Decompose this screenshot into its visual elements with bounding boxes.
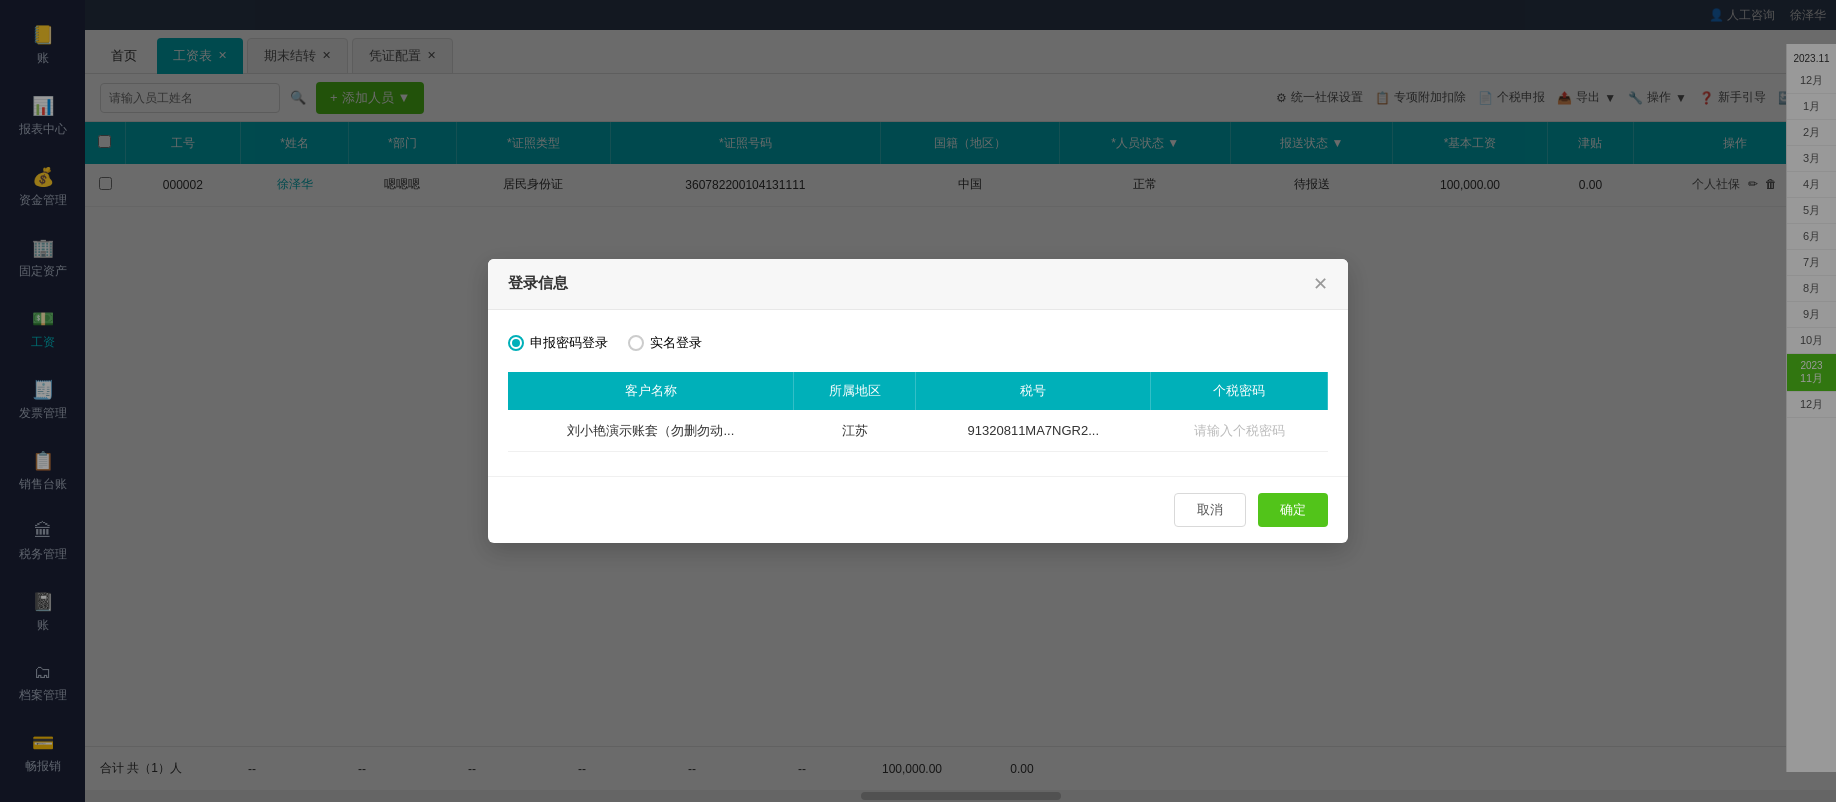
radio-realname-circle [628,335,644,351]
dialog-row-password[interactable]: 请输入个税密码 [1151,410,1328,452]
login-dialog: 登录信息 ✕ 申报密码登录 实名登录 客户名称 [488,259,1348,544]
radio-realname-label: 实名登录 [650,334,702,352]
dialog-col-client: 客户名称 [508,372,794,410]
dialog-table-row: 刘小艳演示账套（勿删勿动... 江苏 91320811MA7NGR2... 请输… [508,410,1328,452]
radio-password-circle [508,335,524,351]
radio-group: 申报密码登录 实名登录 [508,334,1328,352]
radio-password-login[interactable]: 申报密码登录 [508,334,608,352]
dialog-row-client: 刘小艳演示账套（勿删勿动... [508,410,794,452]
dialog-row-taxno: 91320811MA7NGR2... [916,410,1151,452]
confirm-button[interactable]: 确定 [1258,493,1328,527]
dialog-table: 客户名称 所属地区 税号 个税密码 刘小艳演示账套（勿删勿动... 江苏 913… [508,372,1328,453]
dialog-col-password: 个税密码 [1151,372,1328,410]
dialog-col-region: 所属地区 [794,372,916,410]
dialog-footer: 取消 确定 [488,476,1348,543]
dialog-body: 申报密码登录 实名登录 客户名称 所属地区 税号 个税密码 [488,310,1348,477]
dialog-overlay: 登录信息 ✕ 申报密码登录 实名登录 客户名称 [0,0,1836,802]
cancel-button[interactable]: 取消 [1174,493,1246,527]
dialog-header: 登录信息 ✕ [488,259,1348,310]
dialog-col-taxno: 税号 [916,372,1151,410]
radio-password-label: 申报密码登录 [530,334,608,352]
dialog-title: 登录信息 [508,274,568,293]
dialog-close-button[interactable]: ✕ [1313,273,1328,295]
dialog-row-region: 江苏 [794,410,916,452]
radio-realname-login[interactable]: 实名登录 [628,334,702,352]
